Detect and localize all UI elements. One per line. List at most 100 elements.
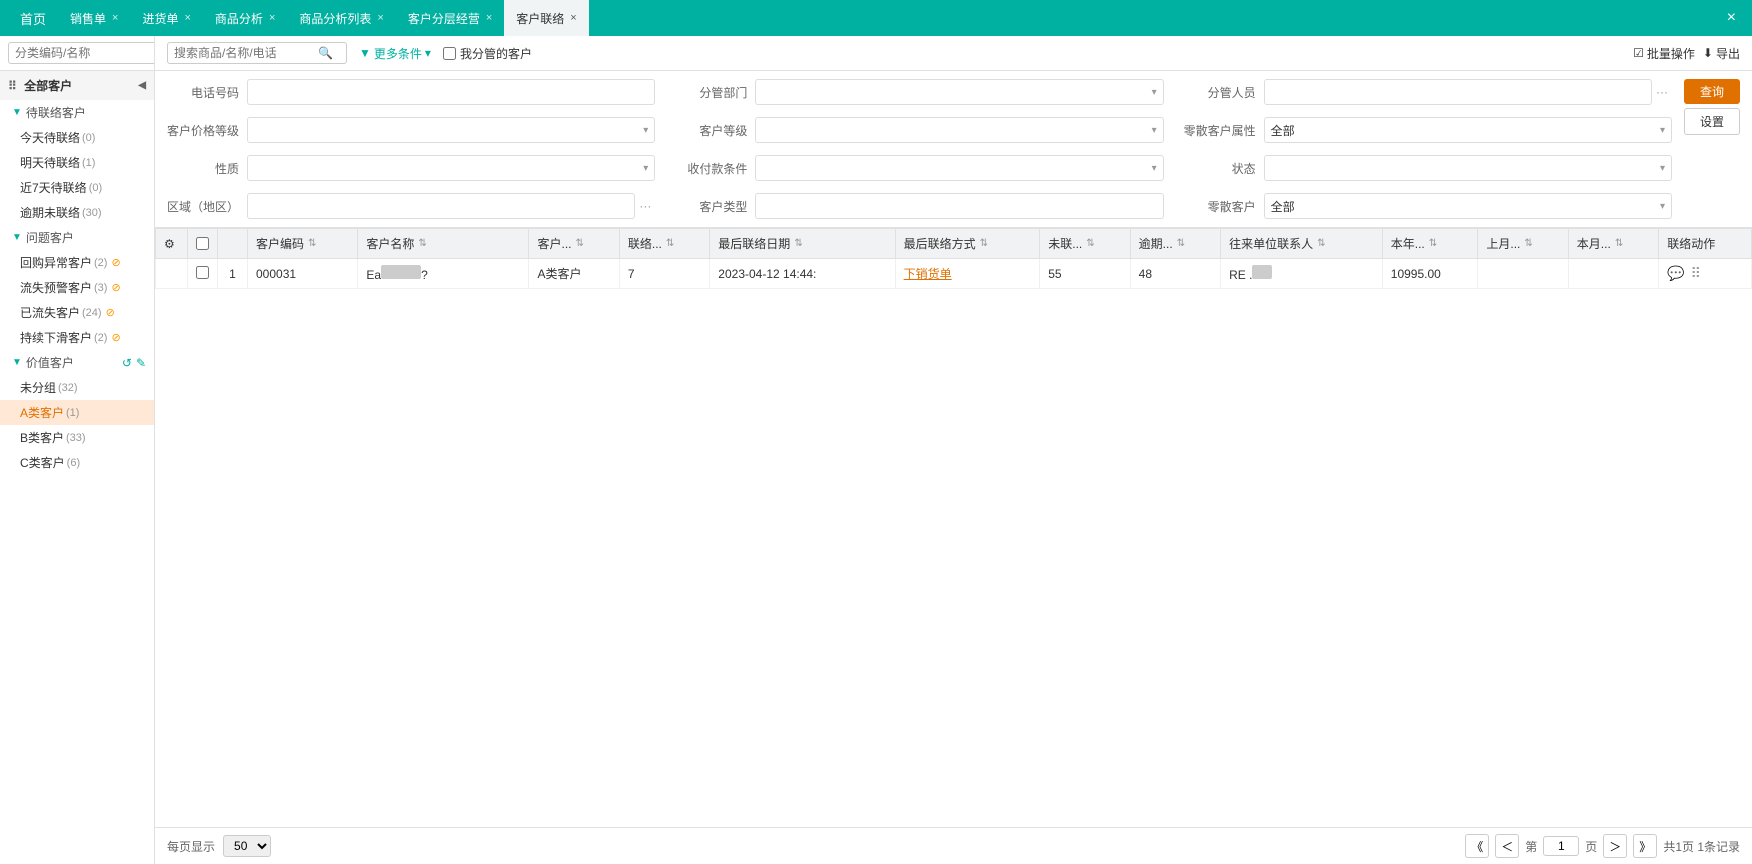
more-filters-btn[interactable]: ▼ 更多条件 ▾: [359, 45, 431, 62]
nav-tab-customer-contact-close[interactable]: ×: [570, 12, 576, 24]
customer-name-suffix: ?: [421, 268, 428, 282]
th-this-year-sort[interactable]: ⇅: [1429, 238, 1437, 249]
nav-tab-purchase-close[interactable]: ×: [184, 12, 190, 24]
sidebar-item-overdue[interactable]: 逾期未联络 (30): [0, 200, 154, 225]
sidebar-collapse-icon[interactable]: ◀: [138, 80, 146, 91]
row-checkbox[interactable]: [196, 266, 209, 279]
th-code-sort[interactable]: ⇅: [308, 238, 316, 249]
th-uncontact-sort[interactable]: ⇅: [1086, 238, 1094, 249]
nav-tab-purchase[interactable]: 进货单 ×: [130, 0, 202, 36]
th-uncontact[interactable]: 未联... ⇅: [1040, 229, 1130, 259]
sidebar-item-lost[interactable]: 已流失客户 (24) ⊘: [0, 300, 154, 325]
th-overdue[interactable]: 逾期... ⇅: [1130, 229, 1220, 259]
sidebar-item-c-class[interactable]: C类客户 (6): [0, 450, 154, 475]
nav-tab-customer-segment-close[interactable]: ×: [486, 12, 492, 24]
filter-region-input[interactable]: [247, 193, 635, 219]
nav-tab-customer-segment[interactable]: 客户分层经营 ×: [396, 0, 504, 36]
filter-dept-select[interactable]: ▾: [755, 79, 1163, 105]
filter-status-select[interactable]: ▾: [1264, 155, 1672, 181]
th-type-sort[interactable]: ⇅: [576, 238, 584, 249]
th-this-month-sort[interactable]: ⇅: [1615, 238, 1623, 249]
qr-action-icon[interactable]: ⠿: [1691, 265, 1701, 282]
sidebar-group-value[interactable]: ▼ 价值客户 ↺ ✎: [0, 350, 154, 375]
per-page-select[interactable]: 50: [223, 835, 271, 857]
td-last-way[interactable]: 下销货单: [895, 259, 1040, 289]
th-last-date-sort[interactable]: ⇅: [794, 238, 802, 249]
th-last-month-sort[interactable]: ⇅: [1524, 238, 1532, 249]
th-contact[interactable]: 联络... ⇅: [619, 229, 709, 259]
next-page-btn[interactable]: ＞: [1603, 834, 1627, 858]
th-overdue-sort[interactable]: ⇅: [1177, 238, 1185, 249]
th-unit-contact[interactable]: 往来单位联系人 ⇅: [1221, 229, 1383, 259]
query-button[interactable]: 查询: [1684, 79, 1740, 104]
th-last-way-sort[interactable]: ⇅: [980, 238, 988, 249]
last-way-link[interactable]: 下销货单: [904, 267, 952, 281]
nav-tab-sales[interactable]: 销售单 ×: [58, 0, 130, 36]
sidebar-item-a-class[interactable]: A类客户 (1): [0, 400, 154, 425]
nav-tab-sales-close[interactable]: ×: [112, 12, 118, 24]
filter-retail-customer-select[interactable]: 全部 ▾: [1264, 193, 1672, 219]
sidebar-item-declining[interactable]: 持续下滑客户 (2) ⊘: [0, 325, 154, 350]
th-gear[interactable]: ⚙: [156, 229, 188, 259]
th-last-way[interactable]: 最后联络方式 ⇅: [895, 229, 1040, 259]
filter-payment-select[interactable]: ▾: [755, 155, 1163, 181]
filter-phone-input[interactable]: [247, 79, 655, 105]
nav-home[interactable]: 首页: [8, 0, 58, 36]
export-btn[interactable]: ⬇ 导出: [1703, 45, 1740, 62]
main-search-input[interactable]: [174, 46, 314, 60]
th-name-sort[interactable]: ⇅: [418, 238, 426, 249]
first-page-btn[interactable]: 《: [1465, 834, 1489, 858]
window-close-button[interactable]: ×: [1719, 9, 1744, 27]
filter-customer-type-input[interactable]: [755, 193, 1163, 219]
filter-nature-select[interactable]: ▾: [247, 155, 655, 181]
sidebar-item-abnormal[interactable]: 回购异常客户 (2) ⊘: [0, 250, 154, 275]
sidebar-item-tomorrow[interactable]: 明天待联络 (1): [0, 150, 154, 175]
prev-page-btn[interactable]: ＜: [1495, 834, 1519, 858]
sidebar-all-customers[interactable]: ⠿ 全部客户 ◀: [0, 71, 154, 100]
filter-retail-attr-arrow: ▾: [1660, 125, 1665, 136]
th-type[interactable]: 客户... ⇅: [529, 229, 619, 259]
sidebar-item-loss-warn[interactable]: 流失预警客户 (3) ⊘: [0, 275, 154, 300]
th-this-year[interactable]: 本年... ⇅: [1382, 229, 1478, 259]
nav-tab-analysis-list-close[interactable]: ×: [377, 12, 383, 24]
filter-retail-attr-select[interactable]: 全部 ▾: [1264, 117, 1672, 143]
nav-tab-analysis[interactable]: 商品分析 ×: [203, 0, 287, 36]
sidebar-group-pending[interactable]: ▼ 待联络客户: [0, 100, 154, 125]
th-unit-contact-sort[interactable]: ⇅: [1317, 238, 1325, 249]
filter-manager-input[interactable]: [1264, 79, 1652, 105]
filter-price-grade-select[interactable]: ▾: [247, 117, 655, 143]
filter-status: 状态 ▾: [1184, 155, 1672, 181]
loss-warn-icon: ⊘: [111, 281, 120, 294]
sidebar-group-problem[interactable]: ▼ 问题客户: [0, 225, 154, 250]
td-name[interactable]: Ea?: [358, 259, 529, 289]
my-customers-check[interactable]: 我分管的客户: [443, 45, 532, 62]
page-input[interactable]: [1543, 836, 1579, 856]
td-code[interactable]: 000031: [248, 259, 358, 289]
filter-manager-dots[interactable]: ···: [1652, 85, 1672, 99]
filter-region-dots[interactable]: ···: [635, 199, 655, 213]
sidebar-item-ungroup[interactable]: 未分组 (32): [0, 375, 154, 400]
th-last-date[interactable]: 最后联络日期 ⇅: [710, 229, 895, 259]
my-customers-checkbox[interactable]: [443, 47, 456, 60]
nav-tab-analysis-close[interactable]: ×: [269, 12, 275, 24]
main-search-icon[interactable]: 🔍: [318, 46, 333, 60]
chat-action-icon[interactable]: 💬: [1667, 265, 1684, 282]
refresh-icon[interactable]: ↺: [122, 356, 132, 370]
sidebar-item-b-class[interactable]: B类客户 (33): [0, 425, 154, 450]
th-code[interactable]: 客户编码 ⇅: [248, 229, 358, 259]
sidebar-search-input[interactable]: [8, 42, 155, 64]
nav-tab-customer-contact[interactable]: 客户联络 ×: [504, 0, 588, 36]
sidebar-item-today[interactable]: 今天待联络 (0): [0, 125, 154, 150]
th-contact-sort[interactable]: ⇅: [666, 238, 674, 249]
select-all-checkbox[interactable]: [196, 237, 209, 250]
settings-button[interactable]: 设置: [1684, 108, 1740, 135]
batch-op-btn[interactable]: ☑ 批量操作: [1633, 45, 1695, 62]
nav-tab-analysis-list[interactable]: 商品分析列表 ×: [287, 0, 395, 36]
sidebar-item-7days[interactable]: 近7天待联络 (0): [0, 175, 154, 200]
filter-customer-grade-select[interactable]: ▾: [755, 117, 1163, 143]
edit-icon[interactable]: ✎: [136, 356, 146, 370]
th-last-month[interactable]: 上月... ⇅: [1478, 229, 1568, 259]
last-page-btn[interactable]: 》: [1633, 834, 1657, 858]
th-this-month[interactable]: 本月... ⇅: [1568, 229, 1658, 259]
th-name[interactable]: 客户名称 ⇅: [358, 229, 529, 259]
